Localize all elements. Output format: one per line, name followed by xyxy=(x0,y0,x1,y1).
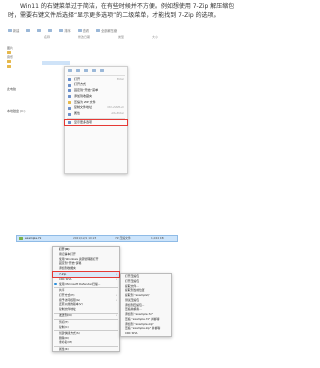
more-options-icon xyxy=(68,120,71,124)
new-button[interactable]: 新建 xyxy=(8,28,19,33)
archive-icon xyxy=(19,236,23,240)
defender-icon xyxy=(54,282,57,286)
paste-button[interactable] xyxy=(48,28,53,32)
file-name: example.7z xyxy=(25,236,42,240)
nav-pane: 图片 音乐 此电脑 本地磁盘 (C:) xyxy=(7,46,37,114)
extract-all-button[interactable]: 全部解压缩 xyxy=(96,28,117,33)
extract-icon xyxy=(96,28,101,32)
star-icon xyxy=(68,95,71,99)
classic-context-menu: 打开(O) 用记事本打开 使用 Windows 资源管理器打开 固定到“开始”屏幕 添加… xyxy=(52,246,120,353)
menu-item-label: 复制文件地址 xyxy=(59,307,76,312)
menu-item-label: 添加到收藏夹 xyxy=(59,266,76,270)
delete-icon[interactable] xyxy=(100,69,104,72)
sort-button[interactable]: 排序 xyxy=(59,28,71,33)
classic-menu-item[interactable]: 使用 Microsoft Defender扫描... xyxy=(53,282,119,287)
open-with-icon xyxy=(68,83,71,87)
chevron-right-icon: › xyxy=(115,313,117,318)
menu-item-label: 用记事本打开 xyxy=(59,251,76,256)
quick-actions xyxy=(65,67,127,74)
copy-button[interactable] xyxy=(37,28,42,32)
menu-item-label: 创建快捷方式(S) xyxy=(59,330,80,335)
classic-menu-item[interactable]: 属性(R) xyxy=(53,347,119,352)
cut-icon[interactable] xyxy=(68,69,72,72)
view-icon xyxy=(77,28,82,32)
menu-item-label: CRC SHA xyxy=(59,277,72,282)
divider xyxy=(67,75,125,76)
menu-item-label: 使用 Windows 资源管理器打开 xyxy=(59,256,99,261)
menu-item-label: 使用 Microsoft Defender扫描... xyxy=(59,281,101,286)
col-date[interactable]: 修改日期 xyxy=(78,35,90,39)
menu-item-label: 授予访问权限(G) xyxy=(59,297,81,302)
7zip-submenu: 打开压缩包 打开压缩包 提取文件... 提取到当前位置 提取到 "example\" 测试… xyxy=(120,273,172,337)
zip-icon xyxy=(68,101,71,105)
wrench-icon xyxy=(68,112,71,116)
col-size[interactable]: 大小 xyxy=(152,35,158,39)
paste-icon xyxy=(48,28,53,32)
menu-item-label: 发送到(N) xyxy=(59,313,72,318)
col-type[interactable]: 类型 xyxy=(118,35,124,39)
menu-item-label: 剪切(T) xyxy=(59,319,69,324)
folder-icon xyxy=(7,60,11,64)
submenu-item[interactable]: CRC SHA xyxy=(121,331,171,336)
screenshot-win11-menu: 新建 排序 查看 全部解压缩 名称 修改日期 类型 大小 图片 音乐 此电脑 本… xyxy=(4,26,246,204)
view-button[interactable]: 查看 xyxy=(77,28,89,33)
open-icon xyxy=(68,77,71,81)
intro-line-1: Win11 的右键菜单过于简洁，在有些时候并不方便。例如想使用 7-Zip 解压… xyxy=(20,3,235,10)
path-icon xyxy=(68,106,71,110)
menu-item-label: 复制(C) xyxy=(59,324,69,329)
screenshot-classic-menu: example.7z 2021/12/1 10:23 7Z 压缩文件 1,024… xyxy=(4,232,246,366)
pin-icon xyxy=(68,89,71,93)
folder-icon xyxy=(7,51,11,55)
classic-menu-item[interactable]: 添加到收藏夹 xyxy=(53,266,119,271)
file-date: 2021/12/1 10:23 xyxy=(73,236,97,240)
copy-icon xyxy=(37,28,42,32)
copy-icon[interactable] xyxy=(76,69,80,72)
menu-properties[interactable]: 属性 Alt+Enter xyxy=(65,111,127,117)
nav-item[interactable]: 本地磁盘 (C:) xyxy=(7,109,37,114)
share-icon[interactable] xyxy=(92,69,96,72)
file-type: 7Z 压缩文件 xyxy=(115,236,131,240)
cut-icon xyxy=(26,28,31,32)
menu-item-label: 打开(O) xyxy=(59,247,70,251)
menu-item-label: 固定到“开始”屏幕 xyxy=(59,261,82,266)
explorer-toolbar: 新建 排序 查看 全部解压缩 xyxy=(4,26,246,34)
classic-menu-item[interactable]: 重命名(M) xyxy=(53,340,119,345)
selected-file-row[interactable]: example.7z 2021/12/1 10:23 7Z 压缩文件 1,024… xyxy=(16,235,178,242)
classic-menu-item[interactable]: 复制文件地址 xyxy=(53,307,119,312)
menu-item-label: 7-Zip xyxy=(59,272,67,277)
cut-button[interactable] xyxy=(26,28,31,32)
menu-item-label: 重命名(M) xyxy=(59,340,72,345)
menu-item-label: 共享 xyxy=(59,288,65,293)
column-headers: 名称 修改日期 类型 大小 xyxy=(4,34,246,40)
folder-icon xyxy=(7,64,11,68)
rename-icon[interactable] xyxy=(84,69,88,72)
win11-context-menu: 打开 Enter 打开方式 固定到“开始”菜单 添加到收藏夹 压缩为 ZIP 文件… xyxy=(64,66,128,174)
menu-item-label: 还原以前的版本(V) xyxy=(59,302,83,307)
divider xyxy=(67,118,125,119)
classic-menu-item[interactable]: 复制(C) xyxy=(53,325,119,330)
menu-item-label: 属性(R) xyxy=(59,346,69,351)
menu-item-label: 打开方式(H) xyxy=(59,292,75,297)
intro-paragraph: Win11 的右键菜单过于简洁，在有些时候并不方便。例如想使用 7-Zip 解压… xyxy=(8,2,244,20)
new-icon xyxy=(8,28,12,32)
nav-item[interactable] xyxy=(7,101,37,106)
selected-file-row[interactable] xyxy=(42,61,70,65)
menu-show-more-options[interactable]: 显示更多选项 xyxy=(64,118,128,127)
file-size: 1,024 KB xyxy=(151,236,164,240)
intro-line-2: 时，需要右键文件后选择“显示更多选项”的二级菜单，才能找到 7-Zip 的选项。 xyxy=(8,12,220,19)
sort-icon xyxy=(59,28,64,32)
nav-item[interactable] xyxy=(7,78,37,83)
classic-menu-item[interactable]: 发送到(N) › xyxy=(53,313,119,318)
col-name[interactable]: 名称 xyxy=(44,35,50,39)
menu-item-label: 删除(D) xyxy=(59,335,69,340)
